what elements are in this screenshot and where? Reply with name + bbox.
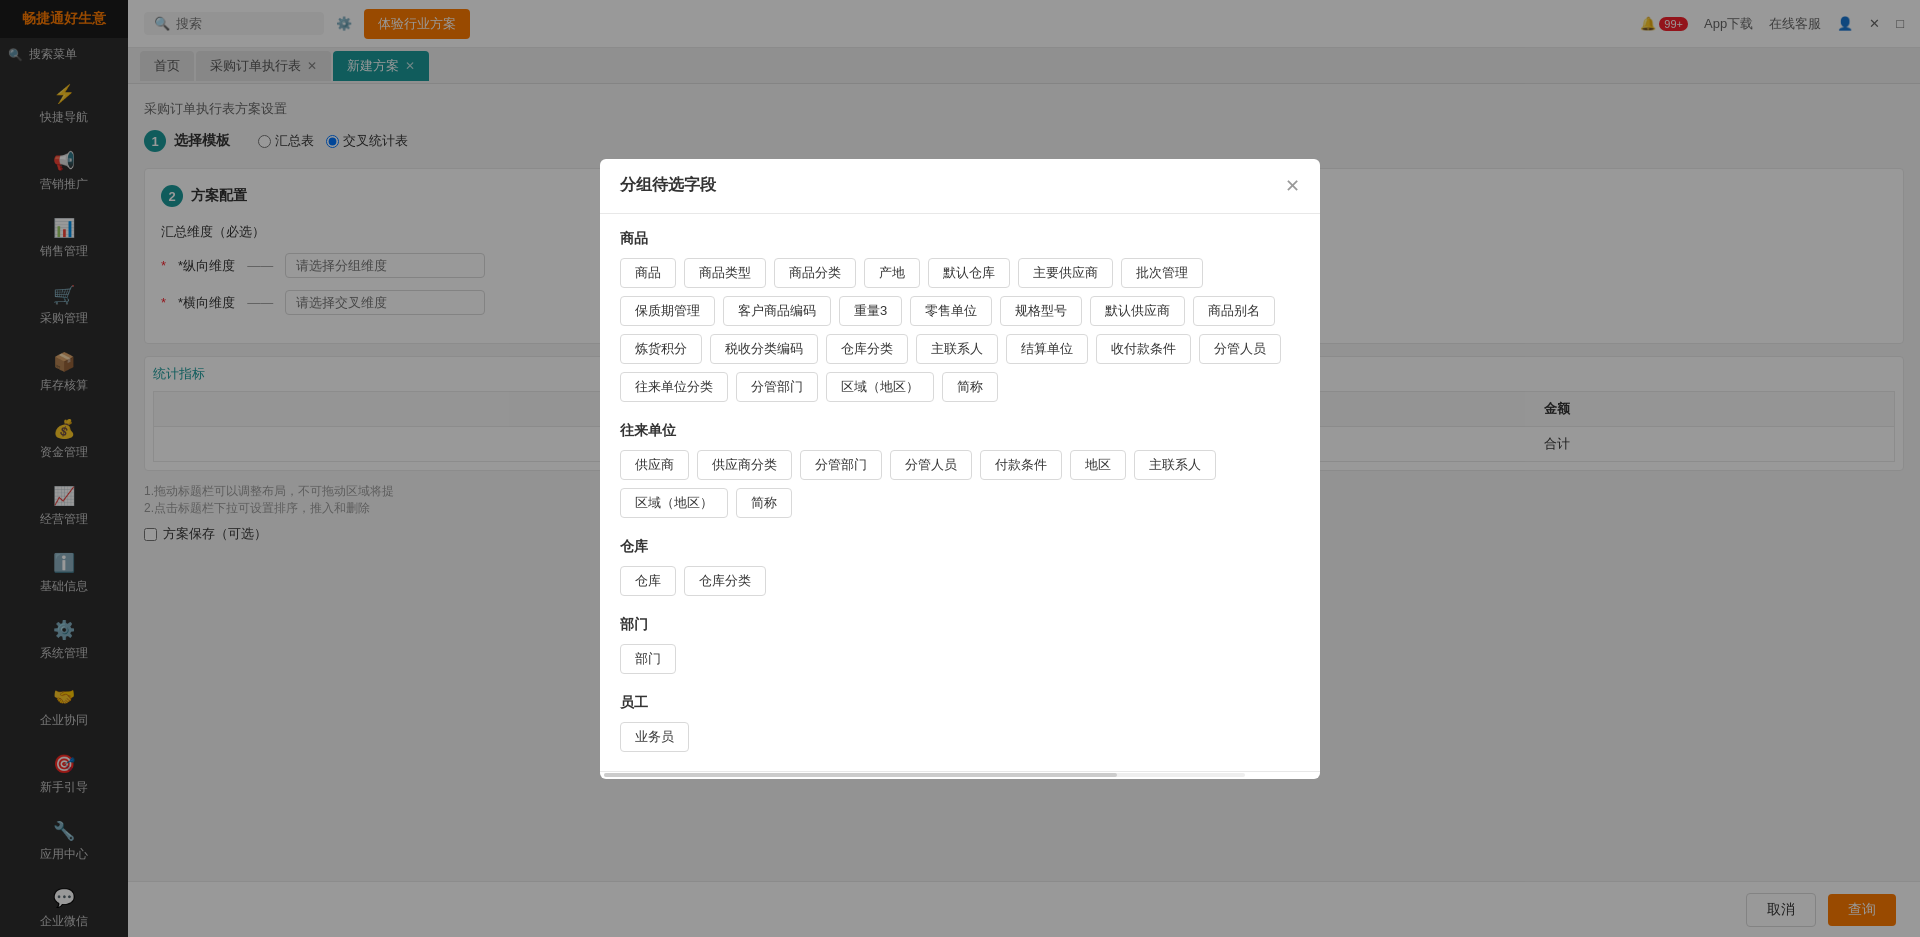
field-tags-employee: 业务员 [620, 722, 1300, 752]
field-tag-默认仓库[interactable]: 默认仓库 [928, 258, 1010, 288]
section-warehouse: 仓库仓库仓库分类 [620, 538, 1300, 596]
field-tag-仓库[interactable]: 仓库 [620, 566, 676, 596]
field-tag-区域（地区）[interactable]: 区域（地区） [826, 372, 934, 402]
field-tag-收付款条件[interactable]: 收付款条件 [1096, 334, 1191, 364]
field-tag-地区[interactable]: 地区 [1070, 450, 1126, 480]
field-tag-简称[interactable]: 简称 [942, 372, 998, 402]
modal-body: 商品商品商品类型商品分类产地默认仓库主要供应商批次管理保质期管理客户商品编码重量… [600, 214, 1320, 771]
section-title-product: 商品 [620, 230, 1300, 248]
modal-overlay[interactable]: 分组待选字段 ✕ 商品商品商品类型商品分类产地默认仓库主要供应商批次管理保质期管… [0, 0, 1920, 937]
field-tag-主联系人[interactable]: 主联系人 [916, 334, 998, 364]
modal-close-icon[interactable]: ✕ [1285, 175, 1300, 197]
section-partner: 往来单位供应商供应商分类分管部门分管人员付款条件地区主联系人区域（地区） 简称 [620, 422, 1300, 518]
field-tag-主联系人[interactable]: 主联系人 [1134, 450, 1216, 480]
field-tag-付款条件[interactable]: 付款条件 [980, 450, 1062, 480]
modal-title: 分组待选字段 [620, 175, 716, 196]
field-tag-业务员[interactable]: 业务员 [620, 722, 689, 752]
field-tags-partner: 供应商供应商分类分管部门分管人员付款条件地区主联系人区域（地区） 简称 [620, 450, 1300, 518]
field-tag-零售单位[interactable]: 零售单位 [910, 296, 992, 326]
section-title-department: 部门 [620, 616, 1300, 634]
field-tag-商品别名[interactable]: 商品别名 [1193, 296, 1275, 326]
modal-horizontal-scrollbar[interactable] [600, 771, 1320, 779]
field-tag-部门[interactable]: 部门 [620, 644, 676, 674]
field-tags-department: 部门 [620, 644, 1300, 674]
section-employee: 员工业务员 [620, 694, 1300, 752]
field-tag-供应商分类[interactable]: 供应商分类 [697, 450, 792, 480]
section-title-employee: 员工 [620, 694, 1300, 712]
section-title-warehouse: 仓库 [620, 538, 1300, 556]
field-tag-结算单位[interactable]: 结算单位 [1006, 334, 1088, 364]
modal: 分组待选字段 ✕ 商品商品商品类型商品分类产地默认仓库主要供应商批次管理保质期管… [600, 159, 1320, 779]
field-tag-炼货积分[interactable]: 炼货积分 [620, 334, 702, 364]
field-tag-客户商品编码[interactable]: 客户商品编码 [723, 296, 831, 326]
field-tag-分管人员[interactable]: 分管人员 [1199, 334, 1281, 364]
field-tag-规格型号[interactable]: 规格型号 [1000, 296, 1082, 326]
field-tag-税收分类编码[interactable]: 税收分类编码 [710, 334, 818, 364]
field-tag-主要供应商[interactable]: 主要供应商 [1018, 258, 1113, 288]
field-tag-重量3[interactable]: 重量3 [839, 296, 902, 326]
field-tag-供应商[interactable]: 供应商 [620, 450, 689, 480]
field-tag-区域（地区）[interactable]: 区域（地区） [620, 488, 728, 518]
field-tag-批次管理[interactable]: 批次管理 [1121, 258, 1203, 288]
field-tag-仓库分类[interactable]: 仓库分类 [684, 566, 766, 596]
field-tags-warehouse: 仓库仓库分类 [620, 566, 1300, 596]
field-tag-分管部门[interactable]: 分管部门 [800, 450, 882, 480]
field-tag-商品[interactable]: 商品 [620, 258, 676, 288]
field-tag-分管部门[interactable]: 分管部门 [736, 372, 818, 402]
section-department: 部门部门 [620, 616, 1300, 674]
field-tag-分管人员[interactable]: 分管人员 [890, 450, 972, 480]
field-tags-product: 商品商品类型商品分类产地默认仓库主要供应商批次管理保质期管理客户商品编码重量3 零… [620, 258, 1300, 402]
field-tag-保质期管理[interactable]: 保质期管理 [620, 296, 715, 326]
field-tag-商品类型[interactable]: 商品类型 [684, 258, 766, 288]
field-tag-产地[interactable]: 产地 [864, 258, 920, 288]
field-tag-简称[interactable]: 简称 [736, 488, 792, 518]
field-tag-商品分类[interactable]: 商品分类 [774, 258, 856, 288]
modal-header: 分组待选字段 ✕ [600, 159, 1320, 214]
field-tag-往来单位分类[interactable]: 往来单位分类 [620, 372, 728, 402]
section-title-partner: 往来单位 [620, 422, 1300, 440]
field-tag-默认供应商[interactable]: 默认供应商 [1090, 296, 1185, 326]
field-tag-仓库分类[interactable]: 仓库分类 [826, 334, 908, 364]
section-product: 商品商品商品类型商品分类产地默认仓库主要供应商批次管理保质期管理客户商品编码重量… [620, 230, 1300, 402]
